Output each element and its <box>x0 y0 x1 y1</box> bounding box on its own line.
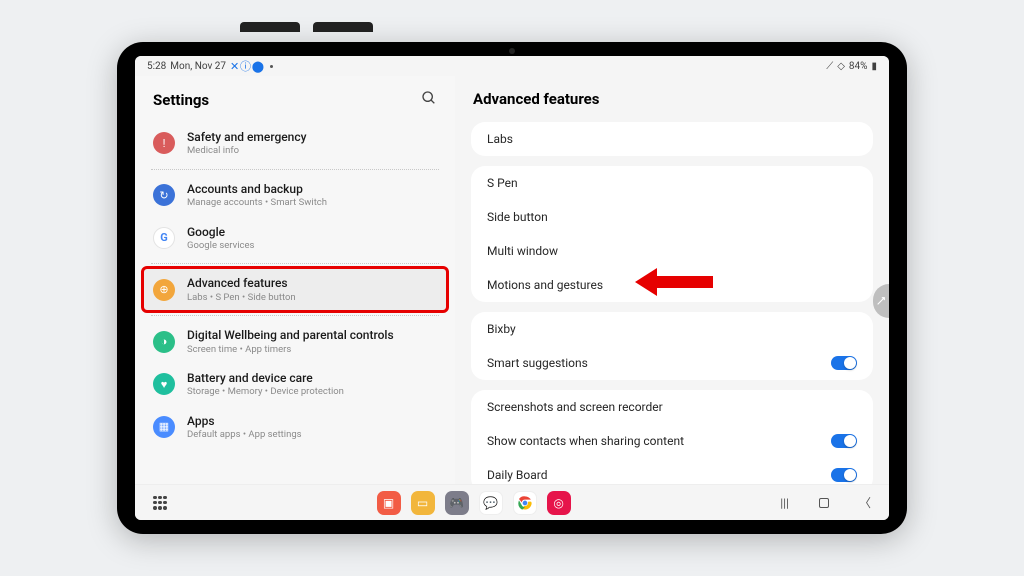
toggle-smart-suggestions[interactable] <box>831 356 857 370</box>
apps-drawer-button[interactable] <box>153 496 167 510</box>
advanced-icon: ⊕ <box>153 279 175 301</box>
divider <box>151 315 439 316</box>
battery-percent: 84% <box>849 61 868 72</box>
safety-icon: ! <box>153 132 175 154</box>
detail-item-smart-suggestions[interactable]: Smart suggestions <box>471 346 873 380</box>
settings-sidebar: Settings ! Safety and emergency Medical … <box>135 76 455 484</box>
detail-group-3: Screenshots and screen recorder Show con… <box>471 390 873 484</box>
toggle-show-contacts[interactable] <box>831 434 857 448</box>
status-indicator-icons: ✕ ⓘ ⬤ <box>230 58 263 74</box>
detail-item-multi-window[interactable]: Multi window <box>471 234 873 268</box>
sidebar-item-wellbeing[interactable]: ◑ Digital Wellbeing and parental control… <box>143 320 447 363</box>
detail-group-1: S Pen Side button Multi window Motions a… <box>471 166 873 302</box>
detail-group-2: Bixby Smart suggestions <box>471 312 873 380</box>
app-icon-game[interactable]: 🎮 <box>445 491 469 515</box>
app-icon-messages[interactable]: 💬 <box>479 491 503 515</box>
screen: 5:28 Mon, Nov 27 ✕ ⓘ ⬤ ⟋ ◇ 84% ▮ Setting… <box>135 56 889 520</box>
nav-home-button[interactable] <box>819 498 829 508</box>
detail-heading: Advanced features <box>471 86 873 122</box>
apps-icon: ▦ <box>153 416 175 438</box>
sidebar-item-advanced-features[interactable]: ⊕ Advanced features Labs • S Pen • Side … <box>143 268 447 311</box>
sidebar-item-safety[interactable]: ! Safety and emergency Medical info <box>143 122 447 165</box>
toggle-daily-board[interactable] <box>831 468 857 482</box>
search-icon[interactable] <box>421 90 437 110</box>
nav-back-button[interactable]: 〈 <box>859 494 871 511</box>
wellbeing-icon: ◑ <box>153 331 175 353</box>
sidebar-item-battery[interactable]: ♥ Battery and device care Storage • Memo… <box>143 363 447 406</box>
detail-item-show-contacts[interactable]: Show contacts when sharing content <box>471 424 873 458</box>
status-date: Mon, Nov 27 <box>170 61 226 72</box>
sidebar-item-google[interactable]: G Google Google services <box>143 217 447 260</box>
detail-item-daily-board[interactable]: Daily Board <box>471 458 873 484</box>
tablet-frame: 5:28 Mon, Nov 27 ✕ ⓘ ⬤ ⟋ ◇ 84% ▮ Setting… <box>117 42 907 534</box>
divider <box>151 263 439 264</box>
detail-item-side-button[interactable]: Side button <box>471 200 873 234</box>
detail-group-0: Labs <box>471 122 873 156</box>
detail-item-motions-gestures[interactable]: Motions and gestures <box>471 268 873 302</box>
nav-recents-button[interactable]: ||| <box>780 496 789 510</box>
wifi-icon: ◇ <box>837 61 845 72</box>
sidebar-item-accounts[interactable]: ↻ Accounts and backup Manage accounts • … <box>143 174 447 217</box>
battery-icon: ▮ <box>871 61 877 72</box>
sidebar-item-apps[interactable]: ▦ Apps Default apps • App settings <box>143 406 447 449</box>
app-icon-chrome[interactable] <box>513 491 537 515</box>
edge-panel-handle[interactable] <box>873 284 889 318</box>
app-icon-camera[interactable]: ◎ <box>547 491 571 515</box>
status-bar: 5:28 Mon, Nov 27 ✕ ⓘ ⬤ ⟋ ◇ 84% ▮ <box>135 56 889 76</box>
divider <box>151 169 439 170</box>
front-camera <box>509 48 515 54</box>
detail-item-spen[interactable]: S Pen <box>471 166 873 200</box>
google-icon: G <box>153 227 175 249</box>
no-signal-icon: ⟋ <box>826 61 833 72</box>
settings-heading: Settings <box>153 91 209 109</box>
battery-care-icon: ♥ <box>153 373 175 395</box>
taskbar: ▣ ▭ 🎮 💬 ◎ ||| 〈 <box>135 484 889 520</box>
detail-item-bixby[interactable]: Bixby <box>471 312 873 346</box>
detail-panel: Advanced features Labs S Pen Side button… <box>455 76 889 484</box>
accounts-icon: ↻ <box>153 184 175 206</box>
app-icon-notes[interactable]: ▣ <box>377 491 401 515</box>
status-time: 5:28 <box>147 61 166 72</box>
detail-item-screenshots[interactable]: Screenshots and screen recorder <box>471 390 873 424</box>
app-icon-files[interactable]: ▭ <box>411 491 435 515</box>
detail-item-labs[interactable]: Labs <box>471 122 873 156</box>
